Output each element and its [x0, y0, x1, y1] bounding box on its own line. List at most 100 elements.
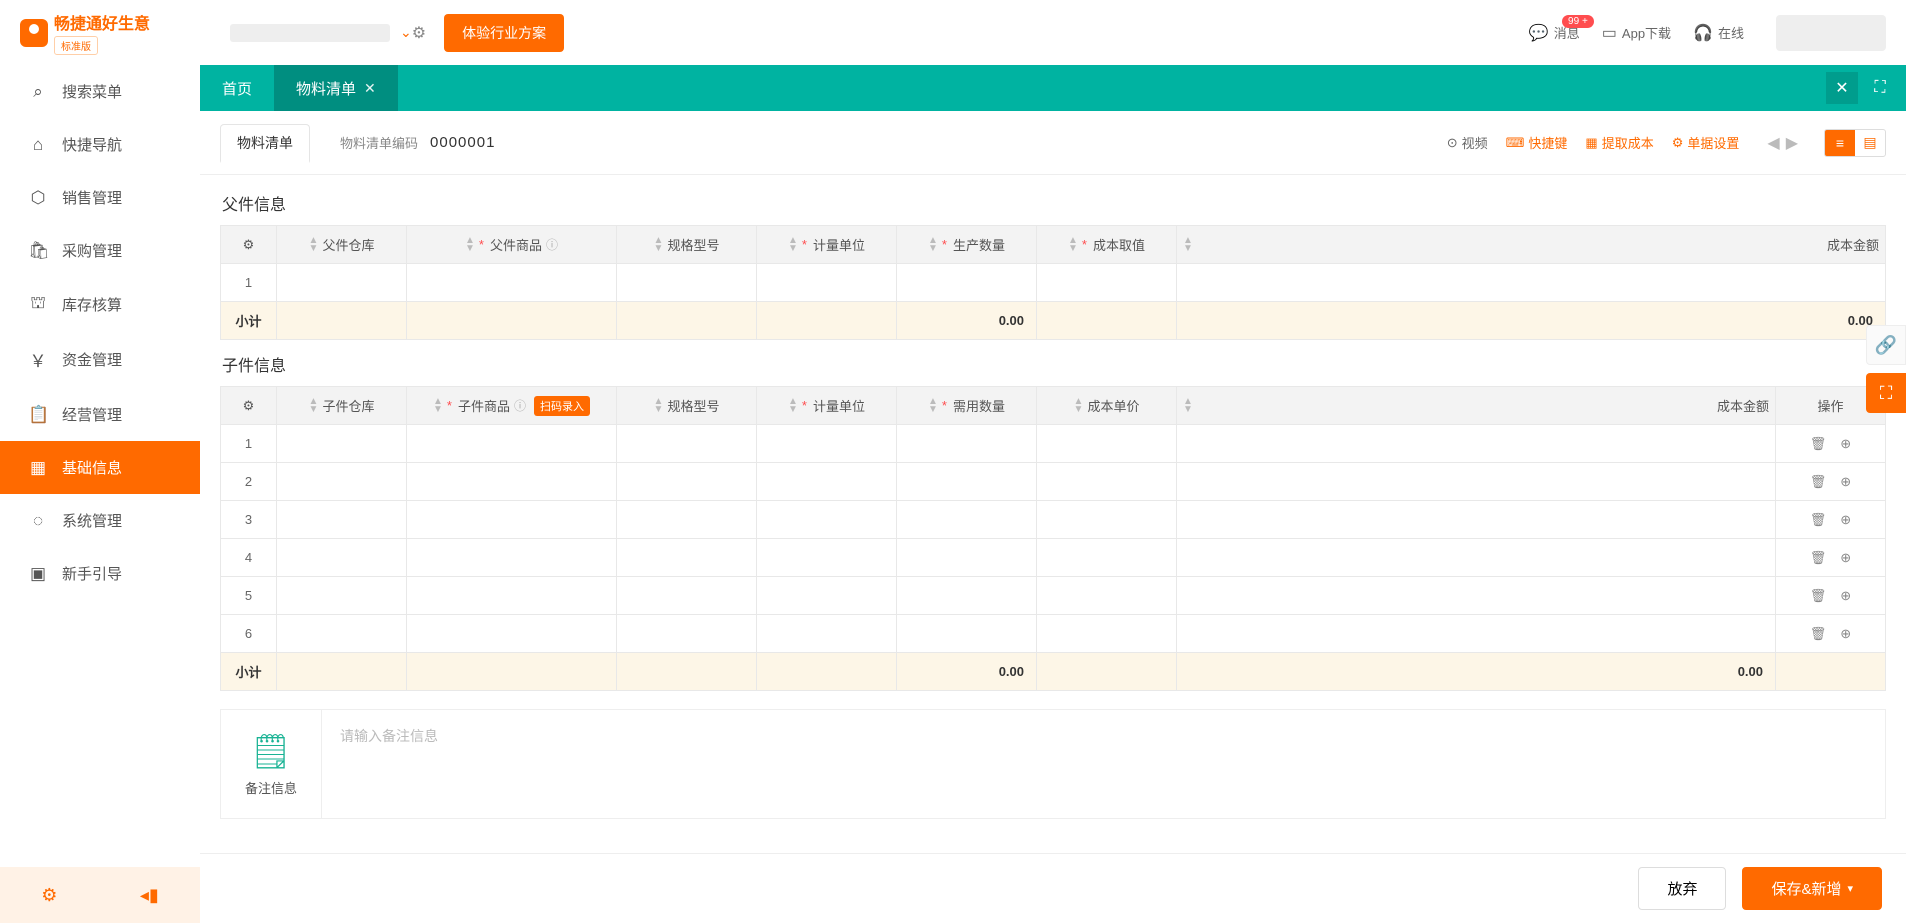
add-row-icon[interactable]: ⊕ — [1840, 626, 1851, 642]
delete-row-icon[interactable]: 🗑 — [1810, 512, 1827, 528]
delete-row-icon[interactable]: 🗑 — [1810, 550, 1827, 566]
parent-row[interactable]: 1 — [221, 264, 1886, 302]
sidebar-item-finance[interactable]: ￥资金管理 — [0, 331, 200, 388]
cell[interactable] — [1177, 577, 1776, 615]
cell[interactable] — [277, 463, 407, 501]
col-child-warehouse[interactable]: ▲▼子件仓库 — [277, 387, 407, 425]
col-child-uom[interactable]: ▲▼*计量单位 — [757, 387, 897, 425]
cell[interactable] — [1177, 463, 1776, 501]
column-settings-button[interactable]: ⚙ — [221, 226, 277, 264]
video-link[interactable]: ⊙视频 — [1447, 133, 1488, 152]
prev-record-button[interactable]: ◀ — [1767, 133, 1779, 153]
cell[interactable] — [1037, 463, 1177, 501]
cell[interactable] — [757, 425, 897, 463]
cell[interactable] — [1177, 264, 1886, 302]
messages-button[interactable]: 💬 消息 99 + — [1529, 23, 1580, 43]
view-list-button[interactable]: ≡ — [1825, 130, 1855, 156]
save-and-new-button[interactable]: 保存&新增 ▾ — [1742, 867, 1882, 910]
help-icon[interactable]: ⓘ — [546, 236, 558, 253]
add-row-icon[interactable]: ⊕ — [1840, 436, 1851, 452]
cell[interactable] — [1177, 539, 1776, 577]
cell[interactable] — [407, 264, 617, 302]
delete-row-icon[interactable]: 🗑 — [1810, 588, 1827, 604]
col-parent-cost-amount[interactable]: ▲▼成本金额 — [1177, 226, 1886, 264]
extract-cost-link[interactable]: ▦提取成本 — [1585, 133, 1653, 152]
online-support-button[interactable]: 🎧 在线 — [1693, 23, 1744, 43]
cell[interactable] — [757, 264, 897, 302]
cell[interactable] — [617, 615, 757, 653]
app-download-button[interactable]: ▭ App下载 — [1602, 23, 1671, 43]
cell[interactable] — [407, 577, 617, 615]
add-row-icon[interactable]: ⊕ — [1840, 588, 1851, 604]
col-child-product[interactable]: ▲▼*子件商品ⓘ扫码录入 — [407, 387, 617, 425]
shortcut-link[interactable]: ⌨快捷键 — [1506, 133, 1568, 152]
cell[interactable] — [1177, 615, 1776, 653]
add-row-icon[interactable]: ⊕ — [1840, 550, 1851, 566]
cell[interactable] — [757, 463, 897, 501]
cell[interactable] — [1037, 425, 1177, 463]
cell[interactable] — [617, 501, 757, 539]
org-selector[interactable]: ⌄ — [230, 24, 412, 42]
cell[interactable] — [617, 463, 757, 501]
col-child-unit-cost[interactable]: ▲▼成本单价 — [1037, 387, 1177, 425]
cell[interactable] — [897, 463, 1037, 501]
cell[interactable] — [1037, 501, 1177, 539]
cell[interactable] — [897, 539, 1037, 577]
cell[interactable] — [617, 539, 757, 577]
sidebar-item-sales[interactable]: ⬡销售管理 — [0, 171, 200, 224]
column-settings-button[interactable]: ⚙ — [221, 387, 277, 425]
cell[interactable] — [1037, 577, 1177, 615]
child-row[interactable]: 3🗑⊕ — [221, 501, 1886, 539]
col-parent-spec[interactable]: ▲▼规格型号 — [617, 226, 757, 264]
add-row-icon[interactable]: ⊕ — [1840, 474, 1851, 490]
child-row[interactable]: 1🗑⊕ — [221, 425, 1886, 463]
tab-bom[interactable]: 物料清单 ✕ — [274, 65, 398, 111]
cell[interactable] — [617, 425, 757, 463]
cell[interactable] — [277, 615, 407, 653]
sidebar-item-operation[interactable]: 📋经营管理 — [0, 388, 200, 441]
tab-expand-button[interactable]: ⛶ — [1864, 72, 1896, 104]
cell[interactable] — [1177, 501, 1776, 539]
sidebar-item-purchase[interactable]: 🛍采购管理 — [0, 224, 200, 277]
cell[interactable] — [757, 501, 897, 539]
cell[interactable] — [897, 425, 1037, 463]
cell[interactable] — [897, 577, 1037, 615]
sidebar-item-basic-info[interactable]: ▦基础信息 — [0, 441, 200, 494]
cell[interactable] — [277, 577, 407, 615]
col-parent-warehouse[interactable]: ▲▼父件仓库 — [277, 226, 407, 264]
tab-home[interactable]: 首页 — [200, 65, 274, 111]
help-icon[interactable]: ⓘ — [514, 397, 526, 414]
scan-entry-tag[interactable]: 扫码录入 — [534, 396, 590, 416]
doc-settings-link[interactable]: ⚙单据设置 — [1672, 133, 1740, 152]
child-row[interactable]: 4🗑⊕ — [221, 539, 1886, 577]
cell[interactable] — [897, 615, 1037, 653]
cell[interactable] — [277, 501, 407, 539]
cell[interactable] — [757, 539, 897, 577]
delete-row-icon[interactable]: 🗑 — [1810, 436, 1827, 452]
tab-close-all-button[interactable]: ✕ — [1826, 72, 1858, 104]
cell[interactable] — [757, 615, 897, 653]
col-child-qty[interactable]: ▲▼*需用数量 — [897, 387, 1037, 425]
col-parent-uom[interactable]: ▲▼*计量单位 — [757, 226, 897, 264]
cell[interactable] — [407, 615, 617, 653]
child-row[interactable]: 2🗑⊕ — [221, 463, 1886, 501]
cell[interactable] — [407, 501, 617, 539]
close-icon[interactable]: ✕ — [364, 80, 376, 97]
cell[interactable] — [897, 264, 1037, 302]
sidebar-item-quicknav[interactable]: ⌂快捷导航 — [0, 118, 200, 171]
cell[interactable] — [897, 501, 1037, 539]
cell[interactable] — [757, 577, 897, 615]
avatar[interactable] — [1776, 15, 1886, 51]
cell[interactable] — [407, 463, 617, 501]
fullscreen-pin[interactable]: ⛶ — [1866, 373, 1906, 413]
delete-row-icon[interactable]: 🗑 — [1810, 474, 1827, 490]
col-parent-product[interactable]: ▲▼*父件商品ⓘ — [407, 226, 617, 264]
collapse-sidebar-icon[interactable]: ◂▮ — [140, 885, 159, 906]
settings-icon[interactable]: ⚙ — [41, 885, 57, 906]
discard-button[interactable]: 放弃 — [1638, 867, 1726, 910]
cell[interactable] — [407, 425, 617, 463]
gear-icon[interactable]: ⚙ — [412, 23, 426, 43]
col-parent-qty[interactable]: ▲▼*生产数量 — [897, 226, 1037, 264]
cell[interactable] — [1037, 615, 1177, 653]
view-card-button[interactable]: ▤ — [1855, 130, 1885, 156]
